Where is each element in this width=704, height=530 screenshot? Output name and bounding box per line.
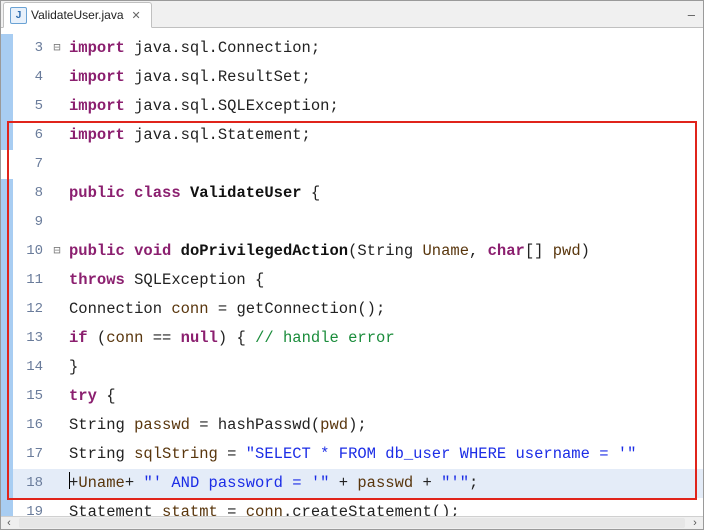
change-marker	[1, 266, 13, 295]
scroll-left-icon[interactable]: ‹	[1, 517, 17, 529]
editor-window: J ValidateUser.java ✕ – 3⊟import java.sq…	[0, 0, 704, 530]
code-line[interactable]: 9	[1, 208, 703, 237]
code-text[interactable]: String sqlString = "SELECT * FROM db_use…	[65, 440, 703, 469]
code-text[interactable]: throws SQLException {	[65, 266, 703, 295]
code-line[interactable]: 14}	[1, 353, 703, 382]
change-marker	[1, 237, 13, 266]
line-number: 10	[13, 237, 49, 266]
change-marker	[1, 440, 13, 469]
code-text[interactable]: import java.sql.SQLException;	[65, 92, 703, 121]
change-marker	[1, 208, 13, 237]
code-line[interactable]: 13 if (conn == null) { // handle error	[1, 324, 703, 353]
code-line[interactable]: 12 Connection conn = getConnection();	[1, 295, 703, 324]
code-text[interactable]: public void doPrivilegedAction(String Un…	[65, 237, 703, 266]
change-marker	[1, 411, 13, 440]
line-number: 17	[13, 440, 49, 469]
change-marker	[1, 179, 13, 208]
code-editor[interactable]: 3⊟import java.sql.Connection;4import jav…	[1, 28, 703, 516]
tab-validateuser[interactable]: J ValidateUser.java ✕	[3, 2, 152, 28]
code-line[interactable]: 18 +Uname+ "' AND password = '" + passwd …	[1, 469, 703, 498]
line-number: 6	[13, 121, 49, 150]
code-text[interactable]: Statement statmt = conn.createStatement(…	[65, 498, 703, 516]
code-line[interactable]: 19 Statement statmt = conn.createStatemen…	[1, 498, 703, 516]
code-text[interactable]: import java.sql.Statement;	[65, 121, 703, 150]
code-line[interactable]: 17 String sqlString = "SELECT * FROM db_u…	[1, 440, 703, 469]
line-number: 16	[13, 411, 49, 440]
change-marker	[1, 150, 13, 179]
fold-icon[interactable]: ⊟	[49, 237, 65, 266]
line-number: 3	[13, 34, 49, 63]
change-marker	[1, 34, 13, 63]
code-line[interactable]: 5 import java.sql.SQLException;	[1, 92, 703, 121]
code-line[interactable]: 11 throws SQLException {	[1, 266, 703, 295]
line-number: 13	[13, 324, 49, 353]
code-line[interactable]: 3⊟import java.sql.Connection;	[1, 34, 703, 63]
fold-icon[interactable]: ⊟	[49, 34, 65, 63]
tab-filename: ValidateUser.java	[31, 8, 124, 22]
line-number: 5	[13, 92, 49, 121]
code-text[interactable]: import java.sql.ResultSet;	[65, 63, 703, 92]
code-text[interactable]: }	[65, 353, 703, 382]
line-number: 4	[13, 63, 49, 92]
line-number: 12	[13, 295, 49, 324]
close-icon[interactable]: ✕	[132, 9, 141, 22]
code-line[interactable]: 8 public class ValidateUser {	[1, 179, 703, 208]
line-number: 8	[13, 179, 49, 208]
code-text[interactable]: String passwd = hashPasswd(pwd);	[65, 411, 703, 440]
code-line[interactable]: 10⊟ public void doPrivilegedAction(Strin…	[1, 237, 703, 266]
change-marker	[1, 469, 13, 498]
change-marker	[1, 382, 13, 411]
code-line[interactable]: 7	[1, 150, 703, 179]
change-marker	[1, 353, 13, 382]
line-number: 19	[13, 498, 49, 516]
code-line[interactable]: 6 import java.sql.Statement;	[1, 121, 703, 150]
change-marker	[1, 121, 13, 150]
code-text[interactable]: Connection conn = getConnection();	[65, 295, 703, 324]
change-marker	[1, 63, 13, 92]
tab-bar: J ValidateUser.java ✕ –	[1, 1, 703, 28]
code-line[interactable]: 15 try {	[1, 382, 703, 411]
change-marker	[1, 92, 13, 121]
minimize-icon[interactable]: –	[688, 7, 695, 22]
line-number: 7	[13, 150, 49, 179]
line-number: 11	[13, 266, 49, 295]
java-file-icon: J	[10, 7, 27, 24]
line-number: 9	[13, 208, 49, 237]
code-text[interactable]: import java.sql.Connection;	[65, 34, 703, 63]
change-marker	[1, 498, 13, 516]
horizontal-scrollbar[interactable]: ‹ ›	[1, 516, 703, 529]
line-number: 15	[13, 382, 49, 411]
code-text[interactable]: public class ValidateUser {	[65, 179, 703, 208]
code-text[interactable]: if (conn == null) { // handle error	[65, 324, 703, 353]
code-line[interactable]: 16 String passwd = hashPasswd(pwd);	[1, 411, 703, 440]
change-marker	[1, 324, 13, 353]
code-text[interactable]: try {	[65, 382, 703, 411]
code-line[interactable]: 4 import java.sql.ResultSet;	[1, 63, 703, 92]
scroll-right-icon[interactable]: ›	[687, 517, 703, 529]
change-marker	[1, 295, 13, 324]
line-number: 18	[13, 469, 49, 498]
line-number: 14	[13, 353, 49, 382]
code-text[interactable]: +Uname+ "' AND password = '" + passwd + …	[65, 469, 703, 498]
scrollbar-track[interactable]	[19, 518, 685, 528]
